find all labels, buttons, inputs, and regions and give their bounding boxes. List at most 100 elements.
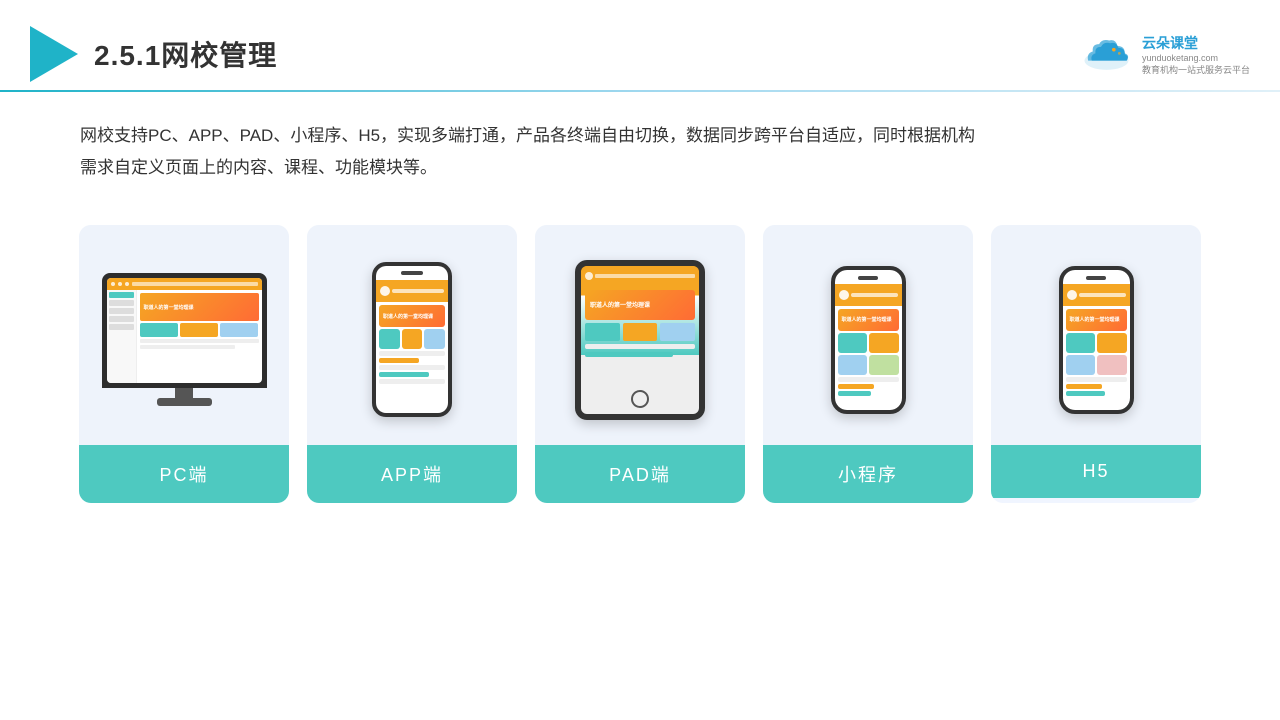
pc-card-1 <box>140 323 178 337</box>
pad-banner: 职道人的第一堂均理课 <box>585 290 695 320</box>
card-pc: 职道人的第一堂均理课 <box>79 225 289 503</box>
app-strip-5 <box>379 379 445 384</box>
h5-card-3 <box>1066 355 1096 375</box>
card-h5: 职道人的第一堂均理课 <box>991 225 1201 503</box>
card-pc-image: 职道人的第一堂均理课 <box>79 225 289 445</box>
pad-banner-text: 职道人的第一堂均理课 <box>590 300 650 309</box>
pc-sidebar <box>107 290 137 383</box>
app-strip-3 <box>379 365 445 370</box>
h5-header <box>1063 284 1130 306</box>
h5-card-2 <box>1097 333 1127 353</box>
miniapp-phone-mockup: 职道人的第一堂均理课 <box>831 266 906 414</box>
app-phone-mockup: 职道人的第一堂均理课 <box>372 262 452 417</box>
pc-card-3 <box>220 323 258 337</box>
description-paragraph: 网校支持PC、APP、PAD、小程序、H5，实现多端打通，产品各终端自由切换，数… <box>80 120 1200 152</box>
h5-header-text <box>1079 293 1126 297</box>
header-left: 2.5.1网校管理 <box>30 26 277 82</box>
miniapp-card-2 <box>869 333 899 353</box>
pc-dot-3 <box>125 282 129 286</box>
miniapp-strip-3 <box>838 391 872 396</box>
brand-name: 云朵课堂 <box>1142 33 1250 53</box>
h5-card-4 <box>1097 355 1127 375</box>
pad-body: 职道人的第一堂均理课 <box>581 286 699 369</box>
pad-cards <box>585 323 695 341</box>
app-card-2 <box>402 329 423 349</box>
platform-cards: 职道人的第一堂均理课 <box>0 195 1280 523</box>
brand-logo-area: 云朵课堂 yunduoketang.com 教育机构一站式服务云平台 <box>1079 33 1250 76</box>
pc-nav-5 <box>109 324 134 330</box>
h5-banner-text: 职道人的第一堂均理课 <box>1070 316 1120 323</box>
miniapp-strip-2 <box>838 384 875 389</box>
pad-card-1 <box>585 323 620 341</box>
h5-screen: 职道人的第一堂均理课 <box>1063 270 1130 410</box>
pc-stand-base <box>157 398 212 406</box>
card-miniapp-image: 职道人的第一堂均理课 <box>763 225 973 445</box>
description-text: 网校支持PC、APP、PAD、小程序、H5，实现多端打通，产品各终端自由切换，数… <box>0 92 1280 195</box>
h5-strip-2 <box>1066 384 1103 389</box>
h5-cards <box>1066 333 1127 353</box>
card-app: 职道人的第一堂均理课 APP端 <box>307 225 517 503</box>
miniapp-cards <box>838 333 899 353</box>
pc-dot-2 <box>118 282 122 286</box>
pc-card-2 <box>180 323 218 337</box>
app-avatar <box>380 286 390 296</box>
miniapp-header <box>835 284 902 306</box>
miniapp-card-3 <box>838 355 868 375</box>
pc-dot-1 <box>111 282 115 286</box>
miniapp-cards-2 <box>838 355 899 375</box>
card-pad: 职道人的第一堂均理课 PAD端 <box>535 225 745 503</box>
pc-title-bar <box>132 282 258 286</box>
app-phone-screen: 职道人的第一堂均理课 <box>376 266 448 413</box>
card-pad-label: PAD端 <box>535 445 745 503</box>
pad-topbar <box>581 266 699 286</box>
pc-monitor: 职道人的第一堂均理课 <box>102 273 267 388</box>
app-header-text <box>392 289 444 293</box>
pc-device-mockup: 职道人的第一堂均理课 <box>102 273 267 406</box>
pc-topbar <box>107 278 262 290</box>
pc-nav-3 <box>109 308 134 314</box>
brand-slogan: 教育机构一站式服务云平台 <box>1142 63 1250 76</box>
card-h5-image: 职道人的第一堂均理课 <box>991 225 1201 445</box>
pc-row-1 <box>140 339 259 343</box>
h5-strip-1 <box>1066 377 1127 382</box>
h5-cards-2 <box>1066 355 1127 375</box>
pad-title <box>595 274 695 278</box>
app-card-3 <box>424 329 445 349</box>
pc-stand-neck <box>175 388 193 398</box>
pc-row-2 <box>140 345 235 349</box>
miniapp-header-text <box>851 293 898 297</box>
card-miniapp-label: 小程序 <box>763 445 973 503</box>
app-body: 职道人的第一堂均理课 <box>376 302 448 387</box>
card-app-label: APP端 <box>307 445 517 503</box>
pad-strip-1 <box>585 344 695 349</box>
brand-text: 云朵课堂 yunduoketang.com 教育机构一站式服务云平台 <box>1142 33 1250 76</box>
description-paragraph-2: 需求自定义页面上的内容、课程、功能模块等。 <box>80 152 1200 184</box>
brand-url: yunduoketang.com <box>1142 53 1250 63</box>
h5-avatar <box>1067 290 1077 300</box>
miniapp-banner: 职道人的第一堂均理课 <box>838 309 899 331</box>
pc-banner-text: 职道人的第一堂均理课 <box>144 304 194 311</box>
pad-card-2 <box>623 323 658 341</box>
miniapp-avatar <box>839 290 849 300</box>
pc-main-content: 职道人的第一堂均理课 <box>137 290 262 383</box>
app-cards-row <box>379 329 445 349</box>
card-app-image: 职道人的第一堂均理课 <box>307 225 517 445</box>
pc-nav-1 <box>109 292 134 298</box>
miniapp-body: 职道人的第一堂均理课 <box>835 306 902 399</box>
pad-strip-3 <box>585 360 695 365</box>
miniapp-screen: 职道人的第一堂均理课 <box>835 270 902 410</box>
app-card-1 <box>379 329 400 349</box>
page-header: 2.5.1网校管理 云朵课堂 yunduoketang.com 教育机构一站式服… <box>0 0 1280 90</box>
card-h5-label: H5 <box>991 445 1201 498</box>
pad-strip-2 <box>585 352 673 357</box>
app-strip-1 <box>379 351 445 356</box>
miniapp-strip-1 <box>838 377 899 382</box>
app-header <box>376 280 448 302</box>
h5-banner: 职道人的第一堂均理课 <box>1066 309 1127 331</box>
miniapp-card-1 <box>838 333 868 353</box>
logo-triangle-icon <box>30 26 78 82</box>
pad-avatar <box>585 272 593 280</box>
pc-nav-4 <box>109 316 134 322</box>
h5-strip-3 <box>1066 391 1106 396</box>
card-miniapp: 职道人的第一堂均理课 <box>763 225 973 503</box>
